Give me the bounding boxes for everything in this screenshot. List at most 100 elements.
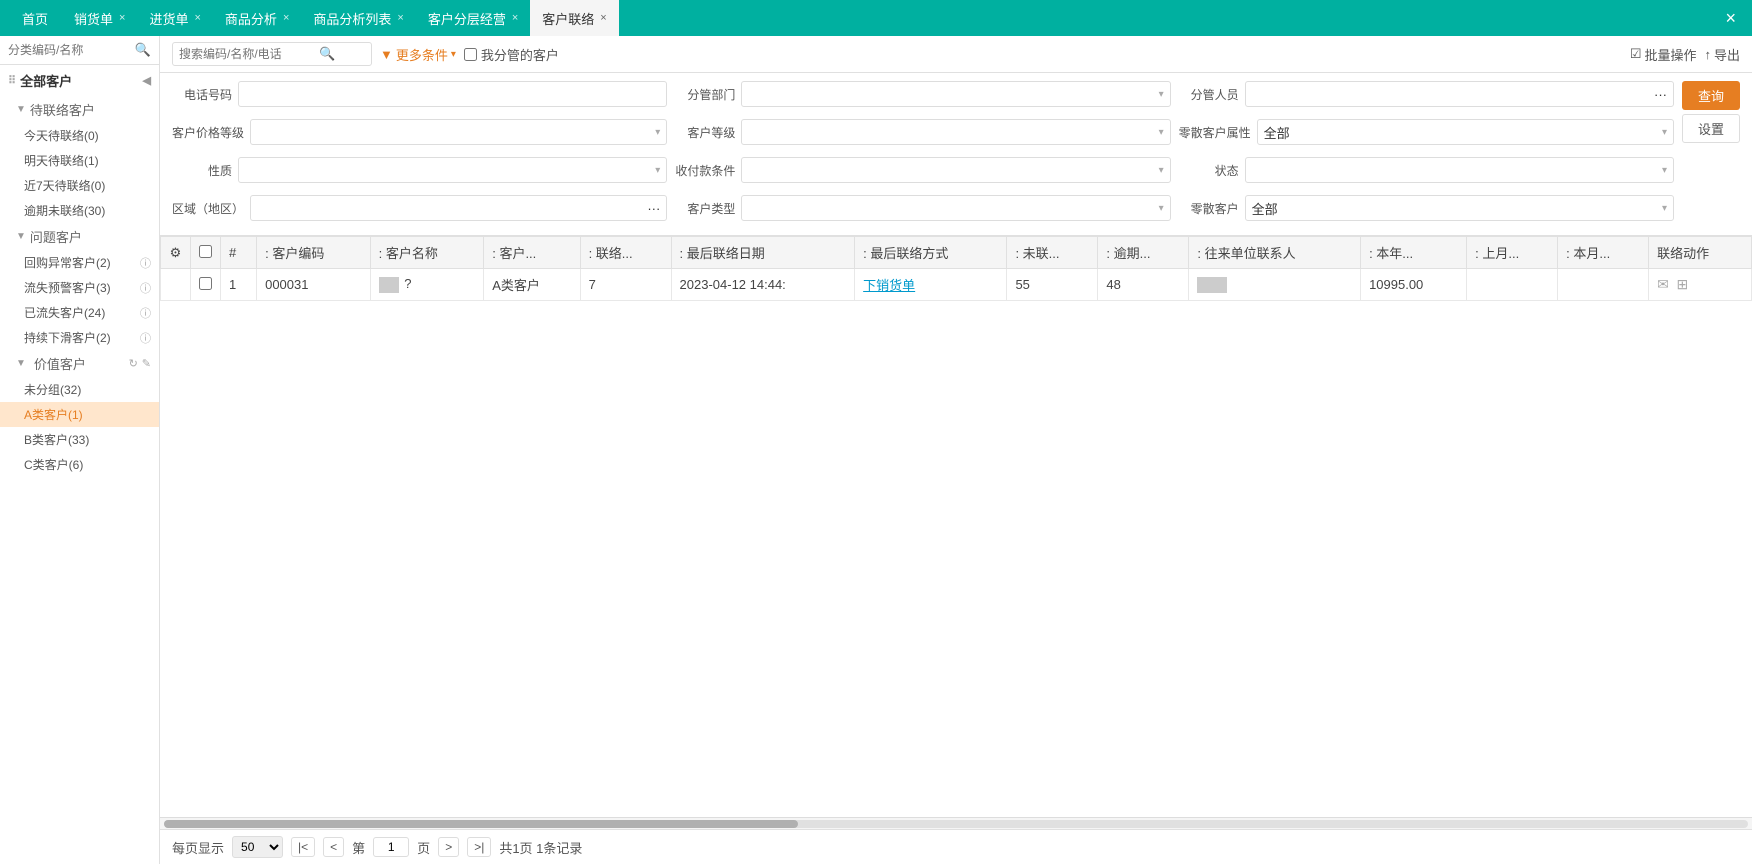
sidebar-item-7days[interactable]: 近7天待联络(0) <box>0 173 159 198</box>
col-type[interactable]: : 客户... <box>484 237 580 269</box>
cust-type-select[interactable]: ▾ <box>741 195 1170 221</box>
group-problem-title[interactable]: ▼ 问题客户 <box>0 223 159 250</box>
scrollbar-track <box>164 820 1748 828</box>
cell-uncontacted: 55 <box>1007 269 1098 301</box>
edit-icon[interactable]: ✎ <box>142 357 151 370</box>
chevron-dept: ▾ <box>1159 89 1164 100</box>
price-level-select[interactable]: ▾ <box>250 119 667 145</box>
unit-contact-block <box>1197 277 1227 293</box>
sidebar-item-declining[interactable]: 持续下滑客户(2) ⓘ <box>0 325 159 350</box>
all-customers-header[interactable]: ⠿ 全部客户 ◀ <box>0 65 159 96</box>
col-uncontacted[interactable]: : 未联... <box>1007 237 1098 269</box>
nav-tab-2[interactable]: 商品分析 × <box>213 0 301 36</box>
cell-index: 1 <box>221 269 257 301</box>
search-icon-2: 🔍 <box>319 46 335 62</box>
col-unit-contact[interactable]: : 往来单位联系人 <box>1189 237 1361 269</box>
sidebar-item-lost[interactable]: 已流失客户(24) ⓘ <box>0 300 159 325</box>
scatter-select[interactable]: 全部 ▾ <box>1245 195 1674 221</box>
col-overdue[interactable]: : 逾期... <box>1098 237 1189 269</box>
cell-code: 000031 <box>257 269 371 301</box>
col-gear[interactable]: ⚙ <box>161 237 191 269</box>
col-contact[interactable]: : 联络... <box>580 237 671 269</box>
phone-input[interactable] <box>238 81 667 107</box>
close-all-button[interactable]: × <box>1717 8 1744 29</box>
query-button[interactable]: 查询 <box>1682 81 1740 110</box>
message-icon[interactable]: ✉ <box>1657 276 1669 292</box>
page-input[interactable] <box>373 837 409 857</box>
col-index: # <box>221 237 257 269</box>
nav-tab-4[interactable]: 客户分层经营 × <box>416 0 530 36</box>
nav-tab-3[interactable]: 商品分析列表 × <box>301 0 415 36</box>
manager-select[interactable]: ··· <box>1245 81 1674 107</box>
sidebar-item-today[interactable]: 今天待联络(0) <box>0 123 159 148</box>
region-select[interactable]: ··· <box>250 195 667 221</box>
col-this-year[interactable]: : 本年... <box>1361 237 1467 269</box>
next-page-btn[interactable]: > <box>438 837 459 857</box>
scatter-attr-select[interactable]: 全部 ▾ <box>1257 119 1674 145</box>
close-icon-5[interactable]: × <box>600 12 606 24</box>
ellipsis-region: ··· <box>647 201 660 216</box>
sidebar-item-tomorrow[interactable]: 明天待联络(1) <box>0 148 159 173</box>
col-this-month[interactable]: : 本月... <box>1558 237 1649 269</box>
col-last-month[interactable]: : 上月... <box>1467 237 1558 269</box>
sidebar-search-input[interactable] <box>8 43 135 57</box>
last-page-btn[interactable]: >| <box>467 837 491 857</box>
filter-btn-group: 查询 设置 <box>1682 81 1740 227</box>
last-method-link[interactable]: 下销货单 <box>863 278 915 293</box>
my-customers-check[interactable] <box>464 48 477 61</box>
close-icon-2[interactable]: × <box>283 12 289 24</box>
nav-tab-1[interactable]: 进货单 × <box>137 0 212 36</box>
cell-last-method[interactable]: 下销货单 <box>855 269 1007 301</box>
sidebar-item-a-class[interactable]: A类客户(1) <box>0 402 159 427</box>
search-input[interactable] <box>179 47 319 61</box>
nav-tab-5[interactable]: 客户联络 × <box>530 0 618 36</box>
row-checkbox[interactable] <box>199 277 212 290</box>
cell-unit-contact <box>1189 269 1361 301</box>
batch-ops-btn[interactable]: ☑ 批量操作 <box>1630 45 1697 64</box>
group-pending-title[interactable]: ▼ 待联络客户 <box>0 96 159 123</box>
filter-dept: 分管部门 ▾ <box>675 81 1170 107</box>
sidebar-item-warning[interactable]: 流失预警客户(3) ⓘ <box>0 275 159 300</box>
close-icon-4[interactable]: × <box>512 12 518 24</box>
col-check[interactable] <box>191 237 221 269</box>
nav-tab-0[interactable]: 销货单 × <box>62 0 137 36</box>
payment-select[interactable]: ▾ <box>741 157 1170 183</box>
cell-check[interactable] <box>191 269 221 301</box>
my-customers-checkbox[interactable]: 我分管的客户 <box>464 45 559 64</box>
status-select[interactable]: ▾ <box>1245 157 1674 183</box>
cell-this-year: 10995.00 <box>1361 269 1467 301</box>
settings-button[interactable]: 设置 <box>1682 114 1740 143</box>
filter-more-btn[interactable]: ▼ 更多条件 ▾ <box>380 45 456 64</box>
grid-icon[interactable]: ⊞ <box>1676 276 1688 292</box>
select-all-checkbox[interactable] <box>199 245 212 258</box>
sidebar-item-abnormal[interactable]: 回购异常客户(2) ⓘ <box>0 250 159 275</box>
group-value-title[interactable]: ▼ 价值客户 ↻ ✎ <box>0 350 159 377</box>
nav-home[interactable]: 首页 <box>8 0 62 36</box>
dept-select[interactable]: ▾ <box>741 81 1170 107</box>
col-code[interactable]: : 客户编码 <box>257 237 371 269</box>
sidebar-item-overdue[interactable]: 逾期未联络(30) <box>0 198 159 223</box>
first-page-btn[interactable]: |< <box>291 837 315 857</box>
col-last-method[interactable]: : 最后联络方式 <box>855 237 1007 269</box>
sidebar-item-b-class[interactable]: B类客户(33) <box>0 427 159 452</box>
nature-select[interactable]: ▾ <box>238 157 667 183</box>
scrollbar[interactable] <box>160 817 1752 829</box>
cell-name: ? <box>370 269 484 301</box>
close-icon-1[interactable]: × <box>194 12 200 24</box>
col-action: 联络动作 <box>1649 237 1752 269</box>
export-btn[interactable]: ↑ 导出 <box>1704 45 1740 64</box>
cust-level-select[interactable]: ▾ <box>741 119 1170 145</box>
sidebar-item-c-class[interactable]: C类客户(6) <box>0 452 159 477</box>
refresh-icon[interactable]: ↻ <box>129 357 138 370</box>
scrollbar-thumb <box>164 820 798 828</box>
filter-row-4: 区域（地区） ··· 客户类型 ▾ <box>172 195 1674 221</box>
col-name[interactable]: : 客户名称 <box>370 237 484 269</box>
col-last-date[interactable]: : 最后联络日期 <box>671 237 855 269</box>
close-icon-0[interactable]: × <box>119 12 125 24</box>
per-page-select[interactable]: 50 100 200 <box>232 836 283 858</box>
filter-manager: 分管人员 ··· <box>1179 81 1674 107</box>
sidebar-item-ungroup[interactable]: 未分组(32) <box>0 377 159 402</box>
close-icon-3[interactable]: × <box>397 12 403 24</box>
prev-page-btn[interactable]: < <box>323 837 344 857</box>
content-area: 🔍 ▼ 更多条件 ▾ 我分管的客户 ☑ 批量操作 <box>160 36 1752 864</box>
